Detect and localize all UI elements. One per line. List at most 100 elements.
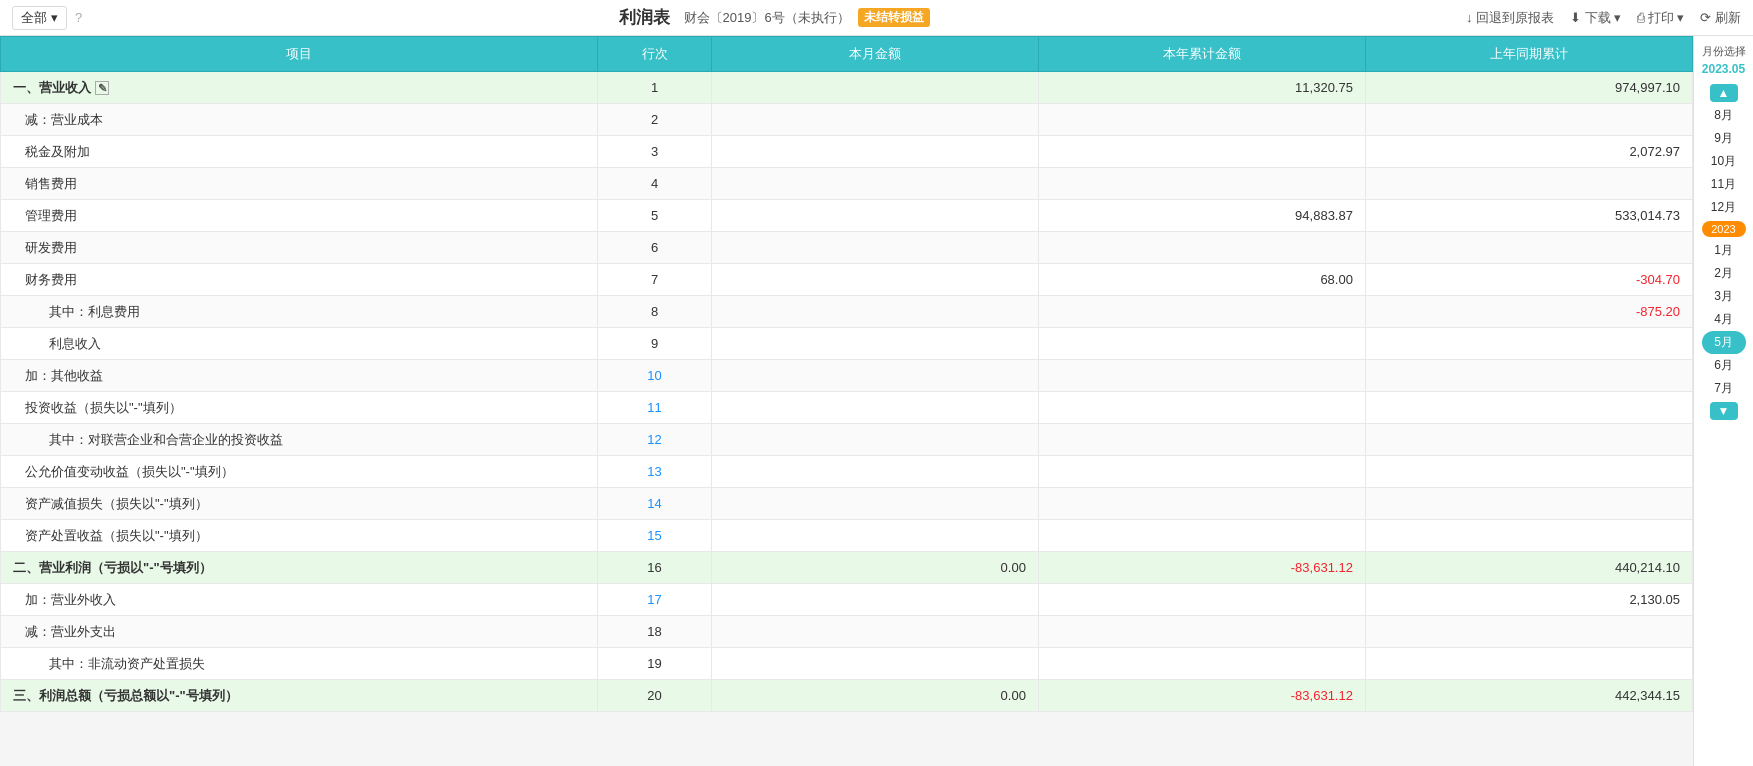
table-row-item: 利息收入 [1, 328, 598, 360]
table-row-year-amount [1038, 296, 1365, 328]
table-row-item: 研发费用 [1, 232, 598, 264]
month-item[interactable]: 2023 [1702, 221, 1746, 237]
table-row-year-amount: 11,320.75 [1038, 72, 1365, 104]
top-bar-left: 全部 ▾ ? [12, 6, 82, 30]
table-row-month-amount [711, 264, 1038, 296]
table-row-month-amount: 0.00 [711, 552, 1038, 584]
table-row-month-amount [711, 488, 1038, 520]
table-row-prev-amount: 2,072.97 [1365, 136, 1692, 168]
table-row-number: 1 [598, 72, 712, 104]
month-item[interactable]: 4月 [1702, 308, 1746, 331]
table-row-number: 11 [598, 392, 712, 424]
table-row-month-amount [711, 584, 1038, 616]
table-row-prev-amount [1365, 424, 1692, 456]
table-row-month-amount [711, 136, 1038, 168]
scope-selector[interactable]: 全部 ▾ [12, 6, 67, 30]
table-row-year-amount [1038, 648, 1365, 680]
nav-up-button[interactable]: ▲ [1710, 84, 1738, 102]
table-row-prev-amount: 533,014.73 [1365, 200, 1692, 232]
table-row-item: 减：营业成本 [1, 104, 598, 136]
month-item[interactable]: 12月 [1702, 196, 1746, 219]
table-row-number: 16 [598, 552, 712, 584]
table-row-month-amount [711, 328, 1038, 360]
refresh-button[interactable]: ⟳ 刷新 [1700, 9, 1741, 27]
table-row-prev-amount [1365, 360, 1692, 392]
table-row-month-amount [711, 520, 1038, 552]
month-item[interactable]: 11月 [1702, 173, 1746, 196]
table-row-item: 其中：非流动资产处置损失 [1, 648, 598, 680]
month-item[interactable]: 7月 [1702, 377, 1746, 400]
table-row-number: 7 [598, 264, 712, 296]
table-row-month-amount: 0.00 [711, 680, 1038, 712]
main-container: 项目 行次 本月金额 本年累计金额 上年同期累计 一、营业收入✎111,320.… [0, 36, 1753, 766]
back-button[interactable]: ↓ 回退到原报表 [1466, 9, 1554, 27]
edit-icon[interactable]: ✎ [95, 81, 109, 95]
table-row-item: 二、营业利润（亏损以"-"号填列） [1, 552, 598, 584]
table-row-prev-amount [1365, 328, 1692, 360]
month-item[interactable]: 8月 [1702, 104, 1746, 127]
table-row-number: 15 [598, 520, 712, 552]
year-display: 2023.05 [1702, 62, 1745, 78]
table-row-number: 12 [598, 424, 712, 456]
print-button[interactable]: ⎙ 打印 ▾ [1637, 9, 1685, 27]
table-row-month-amount [711, 232, 1038, 264]
nav-down-button[interactable]: ▼ [1710, 402, 1738, 420]
download-label: ⬇ 下载 [1570, 9, 1611, 27]
report-subtitle: 财会〔2019〕6号（未执行） [684, 9, 850, 27]
table-row-year-amount: -83,631.12 [1038, 680, 1365, 712]
help-icon[interactable]: ? [75, 10, 82, 25]
table-row-prev-amount [1365, 488, 1692, 520]
table-row-number: 2 [598, 104, 712, 136]
table-row-year-amount [1038, 584, 1365, 616]
print-label: ⎙ 打印 [1637, 9, 1675, 27]
status-badge: 未结转损益 [858, 8, 930, 27]
scope-label: 全部 [21, 9, 47, 27]
month-item[interactable]: 2月 [1702, 262, 1746, 285]
table-row-year-amount [1038, 456, 1365, 488]
table-row-number: 20 [598, 680, 712, 712]
top-bar-center: 利润表 财会〔2019〕6号（未执行） 未结转损益 [619, 6, 930, 29]
table-row-item: 一、营业收入✎ [1, 72, 598, 104]
table-row-prev-amount: 442,344.15 [1365, 680, 1692, 712]
table-row-prev-amount: 974,997.10 [1365, 72, 1692, 104]
table-row-item: 销售费用 [1, 168, 598, 200]
table-row-number: 9 [598, 328, 712, 360]
table-row-item: 其中：利息费用 [1, 296, 598, 328]
table-row-prev-amount: 440,214.10 [1365, 552, 1692, 584]
table-row-prev-amount: 2,130.05 [1365, 584, 1692, 616]
table-row-prev-amount [1365, 520, 1692, 552]
download-dropdown-icon: ▾ [1614, 10, 1621, 25]
table-row-year-amount: 94,883.87 [1038, 200, 1365, 232]
month-item[interactable]: 6月 [1702, 354, 1746, 377]
table-row-number: 4 [598, 168, 712, 200]
table-row-item: 其中：对联营企业和合营企业的投资收益 [1, 424, 598, 456]
table-row-prev-amount [1365, 232, 1692, 264]
table-row-item: 公允价值变动收益（损失以"-"填列） [1, 456, 598, 488]
table-row-item: 财务费用 [1, 264, 598, 296]
table-row-month-amount [711, 72, 1038, 104]
table-row-year-amount: -83,631.12 [1038, 552, 1365, 584]
table-row-year-amount [1038, 104, 1365, 136]
table-row-year-amount: 68.00 [1038, 264, 1365, 296]
month-item[interactable]: 5月 [1702, 331, 1746, 354]
table-row-item: 投资收益（损失以"-"填列） [1, 392, 598, 424]
table-row-month-amount [711, 392, 1038, 424]
table-row-item: 加：营业外收入 [1, 584, 598, 616]
table-row-prev-amount [1365, 456, 1692, 488]
table-row-item: 减：营业外支出 [1, 616, 598, 648]
top-bar-right: ↓ 回退到原报表 ⬇ 下载 ▾ ⎙ 打印 ▾ ⟳ 刷新 [1466, 9, 1741, 27]
month-item[interactable]: 10月 [1702, 150, 1746, 173]
table-row-prev-amount [1365, 616, 1692, 648]
month-item[interactable]: 1月 [1702, 239, 1746, 262]
report-title: 利润表 [619, 6, 670, 29]
table-row-number: 10 [598, 360, 712, 392]
table-row-year-amount [1038, 392, 1365, 424]
print-dropdown-icon: ▾ [1677, 10, 1684, 25]
month-item[interactable]: 9月 [1702, 127, 1746, 150]
month-selector-label: 月份选择 [1702, 44, 1746, 58]
month-item[interactable]: 3月 [1702, 285, 1746, 308]
table-row-month-amount [711, 200, 1038, 232]
download-button[interactable]: ⬇ 下载 ▾ [1570, 9, 1621, 27]
sidebar-right: 月份选择 2023.05 ▲ 8月9月10月11月12月 2023 1月2月3月4月… [1693, 36, 1753, 766]
table-row-item: 资产减值损失（损失以"-"填列） [1, 488, 598, 520]
